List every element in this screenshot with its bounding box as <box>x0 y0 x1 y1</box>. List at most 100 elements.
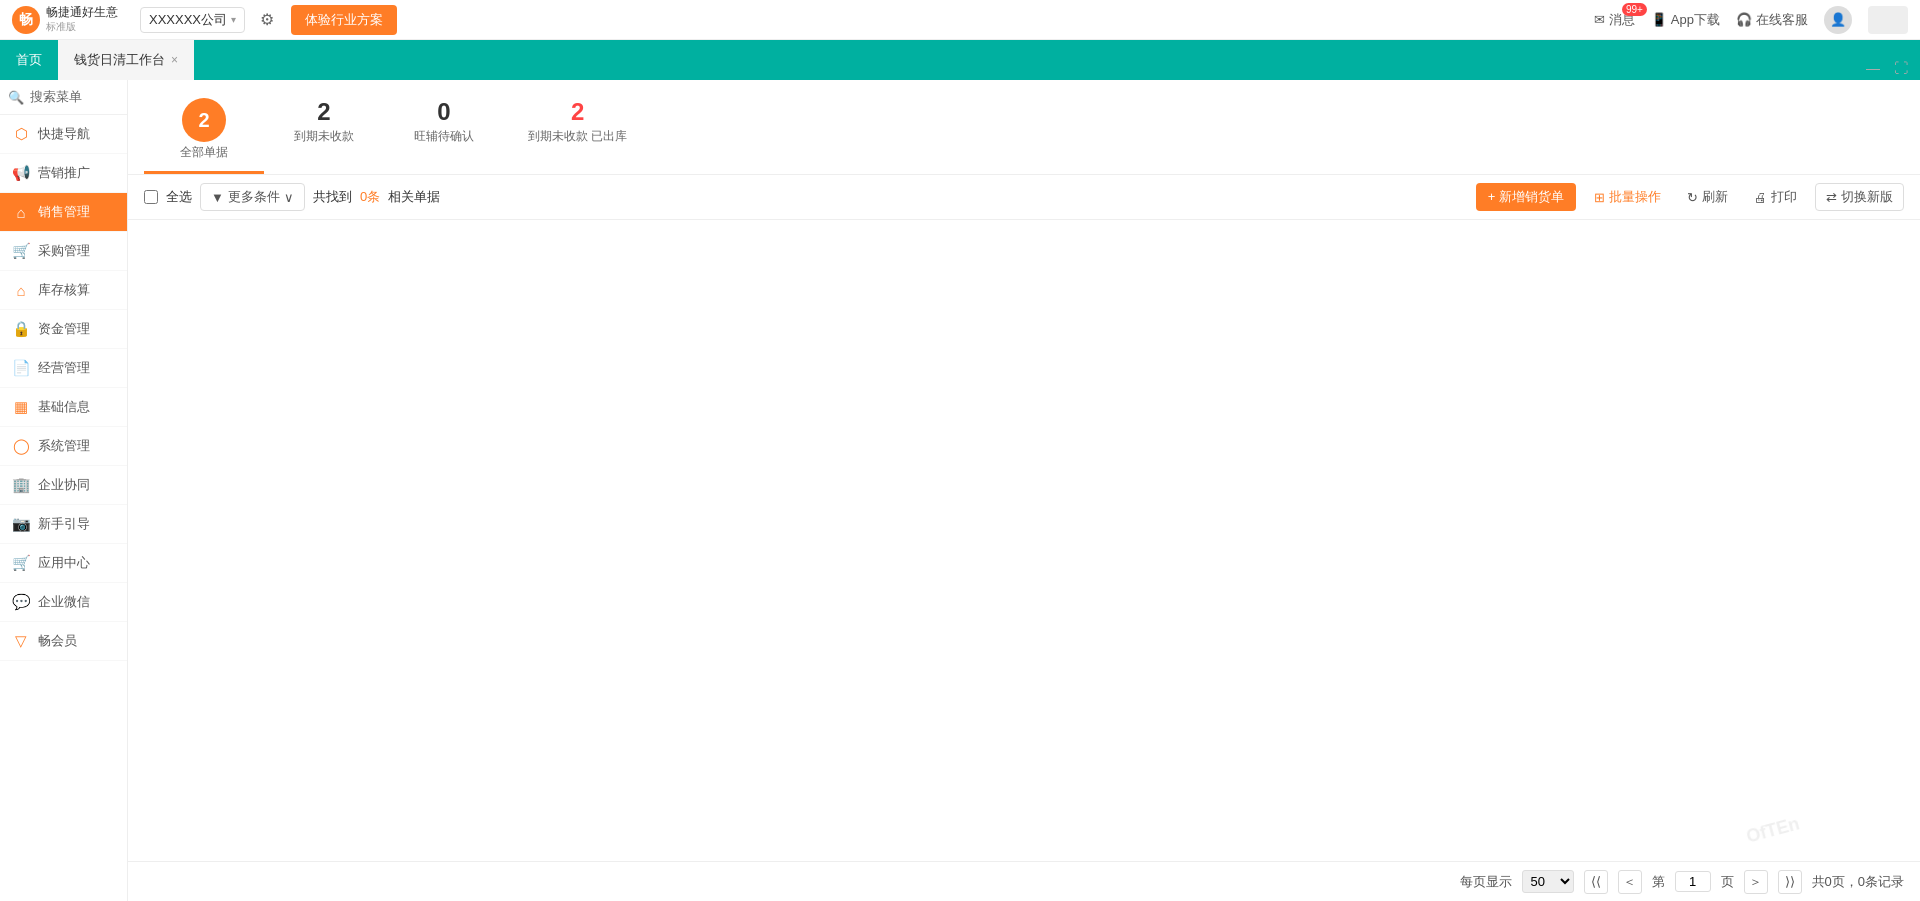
filter-button[interactable]: ▼ 更多条件 ∨ <box>200 183 305 211</box>
print-label: 打印 <box>1771 188 1797 206</box>
search-icon: 🔍 <box>8 90 24 105</box>
tab-work-station[interactable]: 钱货日清工作台 × <box>58 40 194 80</box>
online-service-label: 在线客服 <box>1756 11 1808 29</box>
avatar[interactable]: 👤 <box>1824 6 1852 34</box>
sidebar-item-wechat[interactable]: 💬 企业微信 <box>0 583 127 622</box>
stat-num-wangwang: 0 <box>408 98 480 126</box>
sidebar-item-purchase[interactable]: 🛒 采购管理 <box>0 232 127 271</box>
app-download-btn[interactable]: 📱 App下载 <box>1651 11 1720 29</box>
logo-area: 畅 畅捷通好生意 标准版 <box>12 5 140 35</box>
prev-page-button[interactable]: ＜ <box>1618 870 1642 894</box>
top-header: 畅 畅捷通好生意 标准版 XXXXXX公司 ▾ ⚙ 体验行业方案 ✉ 消息 99… <box>0 0 1920 40</box>
stat-card-all[interactable]: 2 全部单据 <box>144 90 264 174</box>
batch-operation-button[interactable]: ⊞ 批量操作 <box>1586 184 1669 210</box>
sidebar-item-base-info[interactable]: ▦ 基础信息 <box>0 388 127 427</box>
quick-nav-icon: ⬡ <box>12 125 30 143</box>
filter-btn-label: 更多条件 <box>228 188 280 206</box>
sidebar-label-sales: 销售管理 <box>38 203 90 221</box>
content-area: 2 全部单据 2 到期未收款 0 旺辅待确认 2 到期未收款 已出库 全选 <box>128 80 1920 901</box>
sidebar-item-marketing[interactable]: 📢 营销推广 <box>0 154 127 193</box>
search-menu-label: 搜索菜单 <box>30 88 82 106</box>
sidebar-item-sales[interactable]: ⌂ 销售管理 <box>0 193 127 232</box>
app-version: 标准版 <box>46 20 118 34</box>
batch-icon: ⊞ <box>1594 190 1605 205</box>
stat-num-overdue-shipped: 2 <box>528 98 627 126</box>
tab-minimize-icon[interactable]: — <box>1866 60 1880 76</box>
sidebar: 🔍 搜索菜单 ⬡ 快捷导航 📢 营销推广 ⌂ 销售管理 🛒 采购管理 ⌂ 库存核… <box>0 80 128 901</box>
main-layout: 🔍 搜索菜单 ⬡ 快捷导航 📢 营销推广 ⌂ 销售管理 🛒 采购管理 ⌂ 库存核… <box>0 80 1920 901</box>
sidebar-item-system[interactable]: ◯ 系统管理 <box>0 427 127 466</box>
system-icon: ◯ <box>12 437 30 455</box>
toolbar: 全选 ▼ 更多条件 ∨ 共找到 0条 相关单据 + 新增销货单 ⊞ 批量操作 ↻ <box>128 175 1920 220</box>
page-label: 第 <box>1652 873 1665 891</box>
first-page-button[interactable]: ⟨⟨ <box>1584 870 1608 894</box>
batch-label: 批量操作 <box>1609 188 1661 206</box>
guide-icon: 📷 <box>12 515 30 533</box>
message-badge: 99+ <box>1622 3 1647 16</box>
page-end-label: 页 <box>1721 873 1734 891</box>
select-all-checkbox[interactable] <box>144 190 158 204</box>
refresh-button[interactable]: ↻ 刷新 <box>1679 184 1736 210</box>
filter-count-prefix: 共找到 <box>313 188 352 206</box>
sidebar-item-enterprise[interactable]: 🏢 企业协同 <box>0 466 127 505</box>
sidebar-label-guide: 新手引导 <box>38 515 90 533</box>
switch-label: 切换新版 <box>1841 188 1893 206</box>
next-page-button[interactable]: ＞ <box>1744 870 1768 894</box>
switch-icon: ⇄ <box>1826 190 1837 205</box>
switch-version-button[interactable]: ⇄ 切换新版 <box>1815 183 1904 211</box>
stat-card-overdue[interactable]: 2 到期未收款 <box>264 90 384 174</box>
select-all-label: 全选 <box>166 188 192 206</box>
inventory-icon: ⌂ <box>12 282 30 299</box>
per-page-select[interactable]: 50 100 200 <box>1522 870 1574 893</box>
online-service-btn[interactable]: 🎧 在线客服 <box>1736 11 1808 29</box>
sidebar-item-member[interactable]: ▽ 畅会员 <box>0 622 127 661</box>
last-page-button[interactable]: ⟩⟩ <box>1778 870 1802 894</box>
wechat-icon: 💬 <box>12 593 30 611</box>
stat-card-wangwang[interactable]: 0 旺辅待确认 <box>384 90 504 174</box>
marketing-icon: 📢 <box>12 164 30 182</box>
finance-icon: 🔒 <box>12 320 30 338</box>
filter-icon: ▼ <box>211 190 224 205</box>
sidebar-item-quick-nav[interactable]: ⬡ 快捷导航 <box>0 115 127 154</box>
sidebar-item-operations[interactable]: 📄 经营管理 <box>0 349 127 388</box>
print-button[interactable]: 🖨 打印 <box>1746 184 1805 210</box>
sidebar-item-finance[interactable]: 🔒 资金管理 <box>0 310 127 349</box>
app-download-label: App下载 <box>1671 11 1720 29</box>
app-center-icon: 🛒 <box>12 554 30 572</box>
stat-num-overdue: 2 <box>288 98 360 126</box>
per-page-label: 每页显示 <box>1460 873 1512 891</box>
sidebar-item-inventory[interactable]: ⌂ 库存核算 <box>0 271 127 310</box>
tab-close-icon[interactable]: × <box>171 53 178 67</box>
add-sales-order-button[interactable]: + 新增销货单 <box>1476 183 1576 211</box>
logo-icon: 畅 <box>12 6 40 34</box>
username-display <box>1868 6 1908 34</box>
sidebar-label-purchase: 采购管理 <box>38 242 90 260</box>
refresh-icon: ↻ <box>1687 190 1698 205</box>
base-info-icon: ▦ <box>12 398 30 416</box>
page-number-input[interactable] <box>1675 871 1711 892</box>
sidebar-item-guide[interactable]: 📷 新手引导 <box>0 505 127 544</box>
header-right: ✉ 消息 99+ 📱 App下载 🎧 在线客服 👤 <box>1594 6 1908 34</box>
sidebar-item-app-center[interactable]: 🛒 应用中心 <box>0 544 127 583</box>
sidebar-label-base-info: 基础信息 <box>38 398 90 416</box>
refresh-label: 刷新 <box>1702 188 1728 206</box>
stat-num-all: 2 <box>182 98 226 142</box>
sidebar-label-finance: 资金管理 <box>38 320 90 338</box>
operations-icon: 📄 <box>12 359 30 377</box>
settings-icon[interactable]: ⚙ <box>253 6 281 34</box>
message-btn[interactable]: ✉ 消息 99+ <box>1594 11 1635 29</box>
tab-home[interactable]: 首页 <box>0 40 58 80</box>
stat-card-overdue-shipped[interactable]: 2 到期未收款 已出库 <box>504 90 651 174</box>
sidebar-label-wechat: 企业微信 <box>38 593 90 611</box>
experience-button[interactable]: 体验行业方案 <box>291 5 397 35</box>
message-icon: ✉ <box>1594 12 1605 27</box>
sidebar-search[interactable]: 🔍 搜索菜单 <box>0 80 127 115</box>
print-icon: 🖨 <box>1754 190 1767 205</box>
home-tab-label: 首页 <box>16 51 42 69</box>
company-selector[interactable]: XXXXXX公司 ▾ <box>140 7 245 33</box>
toolbar-right: + 新增销货单 ⊞ 批量操作 ↻ 刷新 🖨 打印 ⇄ 切换新版 <box>1476 183 1904 211</box>
logo-text-block: 畅捷通好生意 标准版 <box>46 5 118 35</box>
tab-expand-icon[interactable]: ⛶ <box>1894 60 1908 76</box>
stat-label-all: 全部单据 <box>168 144 240 161</box>
chevron-down-icon: ▾ <box>231 14 236 25</box>
